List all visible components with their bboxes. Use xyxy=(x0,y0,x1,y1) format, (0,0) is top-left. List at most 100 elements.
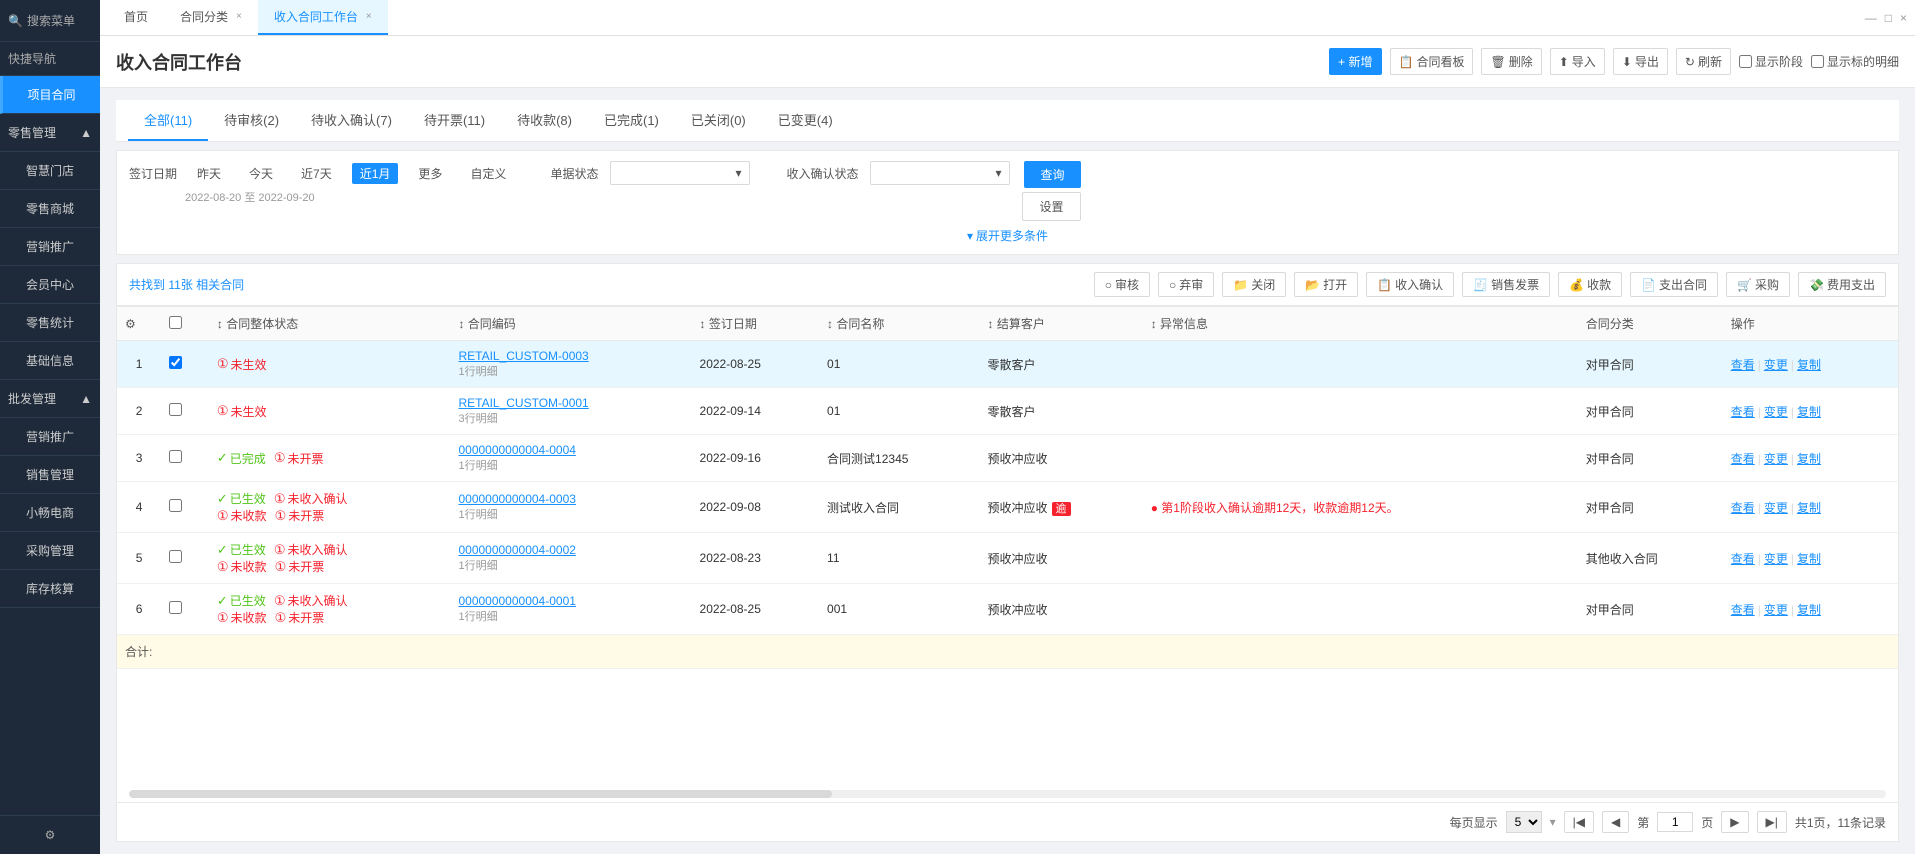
tab-home[interactable]: 首页 xyxy=(108,0,164,35)
copy-link[interactable]: 复制 xyxy=(1797,552,1821,566)
sales-invoice-button[interactable]: 🧾 销售发票 xyxy=(1462,272,1550,297)
sidebar-item-sales[interactable]: 销售管理 xyxy=(0,456,100,494)
edit-link[interactable]: 变更 xyxy=(1764,501,1788,515)
edit-link[interactable]: 变更 xyxy=(1764,552,1788,566)
sidebar-item-marketing[interactable]: 营销推广 xyxy=(0,228,100,266)
refresh-button[interactable]: ↻ 刷新 xyxy=(1676,48,1731,75)
sidebar-item-inventory[interactable]: 库存核算 xyxy=(0,570,100,608)
sidebar-item-ecommerce[interactable]: 小畅电商 xyxy=(0,494,100,532)
abandon-review-button[interactable]: ○ 弃审 xyxy=(1158,272,1214,297)
per-page-select[interactable]: 50 100 xyxy=(1506,811,1542,833)
next-page-button[interactable]: ▶ xyxy=(1721,811,1748,833)
sidebar-search[interactable]: 🔍 搜索菜单 xyxy=(0,0,100,42)
close-icon[interactable]: × xyxy=(236,11,242,22)
th-category[interactable]: 合同分类 xyxy=(1578,307,1723,341)
status-tab-pending-review[interactable]: 待审核(2) xyxy=(208,100,295,141)
tab-contract-category[interactable]: 合同分类 × xyxy=(164,0,258,35)
sidebar-item-retail-stats[interactable]: 零售统计 xyxy=(0,304,100,342)
copy-link[interactable]: 复制 xyxy=(1797,452,1821,466)
view-link[interactable]: 查看 xyxy=(1731,358,1755,372)
sidebar-item-purchase[interactable]: 采购管理 xyxy=(0,532,100,570)
view-link[interactable]: 查看 xyxy=(1731,501,1755,515)
close-window-icon[interactable]: × xyxy=(1900,11,1907,25)
sidebar-item-smart-store[interactable]: 智慧门店 xyxy=(0,152,100,190)
import-button[interactable]: ⬆ 导入 xyxy=(1550,48,1605,75)
th-customer[interactable]: ↕ 结算客户 xyxy=(980,307,1143,341)
row-checkbox[interactable] xyxy=(169,550,182,563)
scroll-bar[interactable] xyxy=(129,790,1886,798)
edit-link[interactable]: 变更 xyxy=(1764,358,1788,372)
sidebar-item-wholesale[interactable]: 批发管理 ▲ xyxy=(0,380,100,418)
th-contract-name[interactable]: ↕ 合同名称 xyxy=(819,307,979,341)
sidebar-settings[interactable]: ⚙ xyxy=(0,815,100,854)
status-tab-pending-confirm[interactable]: 待收入确认(7) xyxy=(295,100,408,141)
status-tab-all[interactable]: 全部(11) xyxy=(128,100,208,141)
sidebar-quick-nav[interactable]: 快捷导航 xyxy=(0,42,100,76)
maximize-icon[interactable]: □ xyxy=(1885,11,1892,25)
view-link[interactable]: 查看 xyxy=(1731,452,1755,466)
purchase-button[interactable]: 🛒 采购 xyxy=(1726,272,1790,297)
th-contract-code[interactable]: ↕ 合同编码 xyxy=(450,307,691,341)
th-contract-status[interactable]: ↕ 合同整体状态 xyxy=(209,307,451,341)
copy-link[interactable]: 复制 xyxy=(1797,603,1821,617)
expense-contract-button[interactable]: 📄 支出合同 xyxy=(1630,272,1718,297)
review-button[interactable]: ○ 审核 xyxy=(1094,272,1150,297)
new-button[interactable]: + 新增 xyxy=(1329,48,1381,75)
status-tab-closed[interactable]: 已关闭(0) xyxy=(675,100,762,141)
status-tab-pending-invoice[interactable]: 待开票(11) xyxy=(408,100,501,141)
date-btn-custom[interactable]: 自定义 xyxy=(462,163,514,184)
copy-link[interactable]: 复制 xyxy=(1797,358,1821,372)
expense-out-button[interactable]: 💸 费用支出 xyxy=(1798,272,1886,297)
page-number-input[interactable] xyxy=(1657,812,1693,832)
prev-page-button[interactable]: ◀ xyxy=(1602,811,1629,833)
copy-link[interactable]: 复制 xyxy=(1797,405,1821,419)
edit-link[interactable]: 变更 xyxy=(1764,452,1788,466)
copy-link[interactable]: 复制 xyxy=(1797,501,1821,515)
date-btn-7days[interactable]: 近7天 xyxy=(293,163,340,184)
doc-status-select[interactable]: ▾ xyxy=(610,161,750,185)
query-button[interactable]: 查询 xyxy=(1024,161,1080,188)
close-icon[interactable]: × xyxy=(366,11,372,22)
tab-income-contract[interactable]: 收入合同工作台 × xyxy=(258,0,388,35)
th-sign-date[interactable]: ↕ 签订日期 xyxy=(692,307,820,341)
last-page-button[interactable]: ▶| xyxy=(1757,811,1787,833)
sidebar-item-retail-manage[interactable]: 零售管理 ▲ xyxy=(0,114,100,152)
date-btn-1month[interactable]: 近1月 xyxy=(352,163,399,184)
delete-button[interactable]: 🗑 删除 xyxy=(1481,48,1541,75)
payment-button[interactable]: 💰 收款 xyxy=(1558,272,1622,297)
view-link[interactable]: 查看 xyxy=(1731,552,1755,566)
sidebar-item-basic-info[interactable]: 基础信息 xyxy=(0,342,100,380)
open-button[interactable]: 📂 打开 xyxy=(1294,272,1358,297)
status-tab-changed[interactable]: 已变更(4) xyxy=(762,100,849,141)
th-abnormal[interactable]: ↕ 异常信息 xyxy=(1143,307,1578,341)
row-checkbox[interactable] xyxy=(169,356,182,369)
sidebar-item-retail-mall[interactable]: 零售商城 xyxy=(0,190,100,228)
status-tab-pending-payment[interactable]: 待收款(8) xyxy=(501,100,588,141)
date-btn-more[interactable]: 更多 xyxy=(410,163,450,184)
expand-filter-button[interactable]: ▾ 展开更多条件 xyxy=(967,227,1048,244)
row-checkbox[interactable] xyxy=(169,601,182,614)
close-button[interactable]: 📁 关闭 xyxy=(1222,272,1286,297)
th-checkbox[interactable] xyxy=(161,307,209,341)
sidebar-item-marketing2[interactable]: 营销推广 xyxy=(0,418,100,456)
th-gear[interactable]: ⚙ xyxy=(117,307,161,341)
row-checkbox[interactable] xyxy=(169,499,182,512)
show-detail-checkbox[interactable]: 显示标的明细 xyxy=(1811,53,1899,70)
export-button[interactable]: ⬇ 导出 xyxy=(1613,48,1668,75)
sidebar-item-member-center[interactable]: 会员中心 xyxy=(0,266,100,304)
minimize-icon[interactable]: — xyxy=(1865,11,1877,25)
edit-link[interactable]: 变更 xyxy=(1764,603,1788,617)
view-link[interactable]: 查看 xyxy=(1731,405,1755,419)
edit-link[interactable]: 变更 xyxy=(1764,405,1788,419)
row-checkbox[interactable] xyxy=(169,403,182,416)
status-tab-completed[interactable]: 已完成(1) xyxy=(588,100,675,141)
sidebar-item-project-contract[interactable]: 项目合同 xyxy=(0,76,100,114)
set-button[interactable]: 设置 xyxy=(1022,192,1080,221)
date-btn-today[interactable]: 今天 xyxy=(241,163,281,184)
income-confirm-button[interactable]: 📋 收入确认 xyxy=(1366,272,1454,297)
date-btn-yesterday[interactable]: 昨天 xyxy=(189,163,229,184)
show-stage-checkbox[interactable]: 显示阶段 xyxy=(1739,53,1803,70)
confirm-status-select[interactable]: ▾ xyxy=(870,161,1010,185)
contract-board-button[interactable]: 📋 合同看板 xyxy=(1390,48,1474,75)
view-link[interactable]: 查看 xyxy=(1731,603,1755,617)
